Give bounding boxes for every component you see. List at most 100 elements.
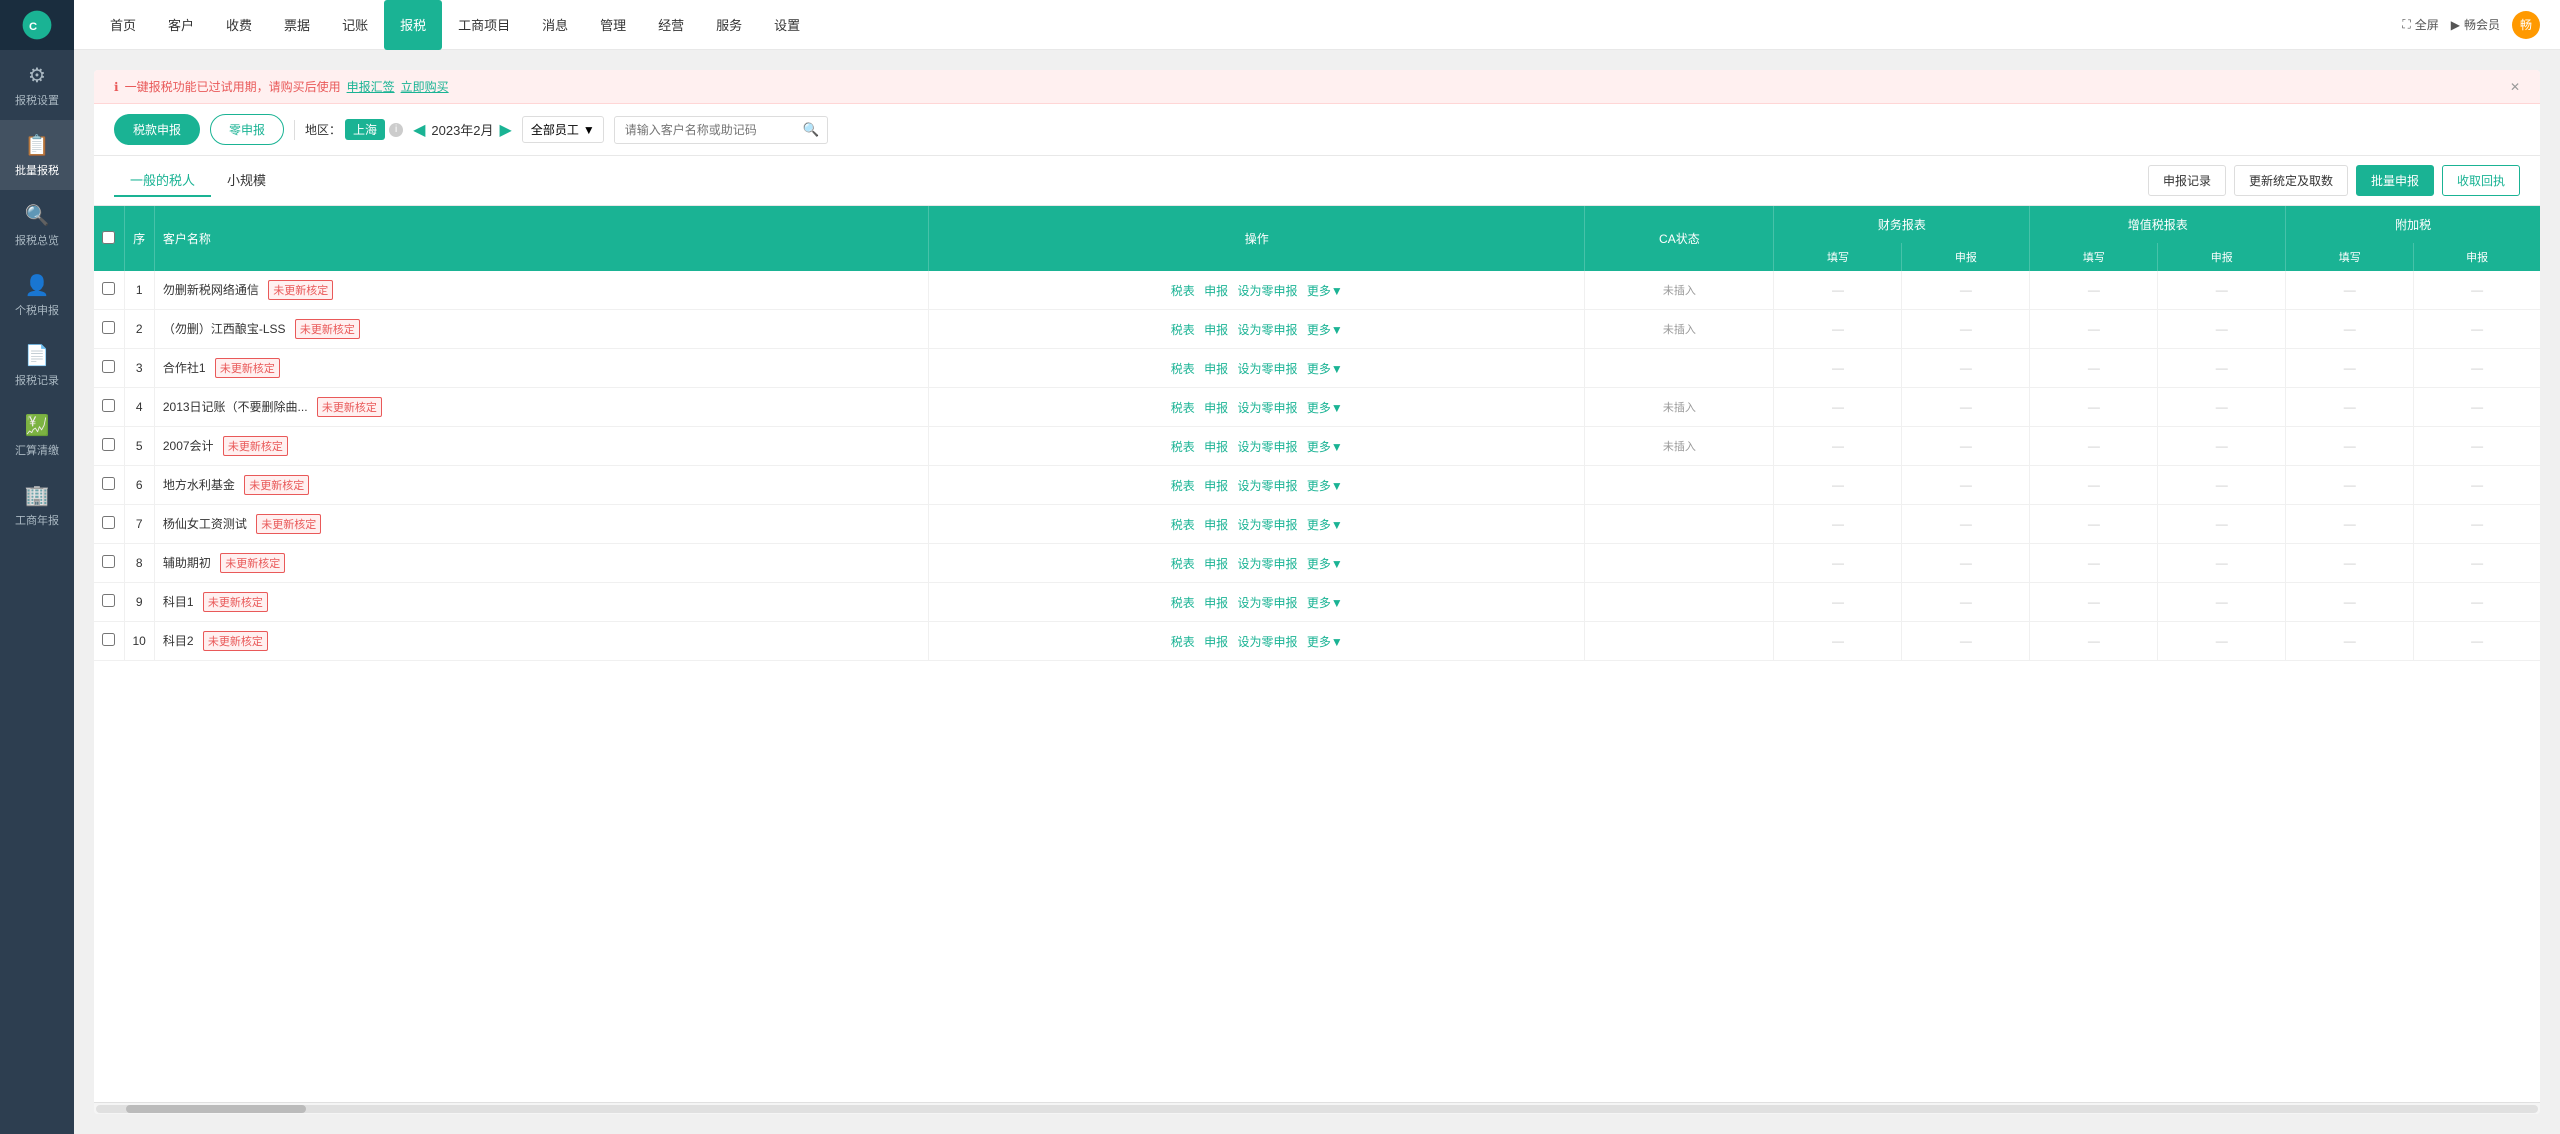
row-checkbox-2[interactable] (102, 360, 115, 373)
nav-home[interactable]: 首页 (94, 0, 152, 50)
upgrade-button[interactable]: ▶ 畅会员 (2451, 16, 2500, 33)
notice-close-button[interactable]: ✕ (2510, 80, 2520, 94)
row-checkbox-1[interactable] (102, 321, 115, 334)
op-declare-9[interactable]: 申报 (1204, 635, 1228, 649)
op-declare-7[interactable]: 申报 (1204, 557, 1228, 571)
op-tax-table-2[interactable]: 税表 (1171, 362, 1195, 376)
op-zero-declare-9[interactable]: 设为零申报 (1237, 635, 1297, 649)
date-prev-button[interactable]: ◀ (413, 120, 425, 140)
sidebar-item-annual-calc[interactable]: 💹 汇算清缴 (0, 400, 74, 470)
op-declare-8[interactable]: 申报 (1204, 596, 1228, 610)
op-declare-4[interactable]: 申报 (1204, 440, 1228, 454)
sidebar: C ⚙ 报税设置 📋 批量报税 🔍 报税总览 👤 个税申报 📄 报税记录 💹 汇… (0, 0, 74, 1134)
op-more-2[interactable]: 更多▼ (1307, 362, 1343, 376)
nav-message[interactable]: 消息 (526, 0, 584, 50)
batch-declare-button[interactable]: 批量申报 (2356, 165, 2434, 196)
cell-ca-9 (1585, 622, 1774, 661)
sidebar-label-annual-report: 工商年报 (15, 512, 59, 528)
update-quota-button[interactable]: 更新统定及取数 (2234, 165, 2348, 196)
nav-settings[interactable]: 设置 (758, 0, 816, 50)
op-declare-2[interactable]: 申报 (1204, 362, 1228, 376)
op-more-5[interactable]: 更多▼ (1307, 479, 1343, 493)
op-more-4[interactable]: 更多▼ (1307, 440, 1343, 454)
date-next-button[interactable]: ▶ (500, 120, 512, 140)
op-zero-declare-7[interactable]: 设为零申报 (1237, 557, 1297, 571)
op-tax-table-7[interactable]: 税表 (1171, 557, 1195, 571)
declaration-record-button[interactable]: 申报记录 (2148, 165, 2226, 196)
employee-selector[interactable]: 全部员工 ▼ (522, 116, 604, 143)
sidebar-item-personal-tax[interactable]: 👤 个税申报 (0, 260, 74, 330)
nav-manage[interactable]: 管理 (584, 0, 642, 50)
nav-service[interactable]: 服务 (700, 0, 758, 50)
op-tax-table-3[interactable]: 税表 (1171, 401, 1195, 415)
row-checkbox-3[interactable] (102, 399, 115, 412)
collect-receipt-button[interactable]: 收取回执 (2442, 165, 2520, 196)
select-all-checkbox[interactable] (102, 231, 115, 244)
region-info-icon[interactable]: i (389, 123, 403, 137)
nav-invoice[interactable]: 票据 (268, 0, 326, 50)
op-tax-table-5[interactable]: 税表 (1171, 479, 1195, 493)
notice-link-buy[interactable]: 立即购买 (401, 78, 449, 95)
nav-fee[interactable]: 收费 (210, 0, 268, 50)
sidebar-item-tax-settings[interactable]: ⚙ 报税设置 (0, 50, 74, 120)
op-declare-5[interactable]: 申报 (1204, 479, 1228, 493)
tab-zero-declaration[interactable]: 零申报 (210, 114, 284, 145)
op-declare-1[interactable]: 申报 (1204, 323, 1228, 337)
tax-settings-icon: ⚙ (28, 63, 46, 88)
op-declare-0[interactable]: 申报 (1204, 284, 1228, 298)
nav-business[interactable]: 工商项目 (442, 0, 526, 50)
fullscreen-button[interactable]: ⛶ 全屏 (2402, 16, 2438, 33)
nav-accounting[interactable]: 记账 (326, 0, 384, 50)
sidebar-item-batch-tax[interactable]: 📋 批量报税 (0, 120, 74, 190)
row-checkbox-9[interactable] (102, 633, 115, 646)
horizontal-scrollbar[interactable] (96, 1105, 2538, 1113)
op-tax-table-1[interactable]: 税表 (1171, 323, 1195, 337)
op-tax-table-0[interactable]: 税表 (1171, 284, 1195, 298)
nav-client[interactable]: 客户 (152, 0, 210, 50)
tab-general-taxpayer[interactable]: 一般的税人 (114, 164, 211, 197)
op-more-3[interactable]: 更多▼ (1307, 401, 1343, 415)
op-declare-6[interactable]: 申报 (1204, 518, 1228, 532)
row-checkbox-8[interactable] (102, 594, 115, 607)
op-tax-table-4[interactable]: 税表 (1171, 440, 1195, 454)
row-checkbox-6[interactable] (102, 516, 115, 529)
row-checkbox-4[interactable] (102, 438, 115, 451)
op-more-0[interactable]: 更多▼ (1307, 284, 1343, 298)
notice-link-declaration[interactable]: 申报汇签 (347, 78, 395, 95)
row-checkbox-5[interactable] (102, 477, 115, 490)
op-zero-declare-1[interactable]: 设为零申报 (1237, 323, 1297, 337)
op-zero-declare-0[interactable]: 设为零申报 (1237, 284, 1297, 298)
sidebar-item-tax-record[interactable]: 📄 报税记录 (0, 330, 74, 400)
nav-operation[interactable]: 经营 (642, 0, 700, 50)
op-declare-3[interactable]: 申报 (1204, 401, 1228, 415)
batch-tax-icon: 📋 (25, 133, 50, 158)
row-checkbox-7[interactable] (102, 555, 115, 568)
op-tax-table-8[interactable]: 税表 (1171, 596, 1195, 610)
sidebar-item-tax-overview[interactable]: 🔍 报税总览 (0, 190, 74, 260)
op-zero-declare-8[interactable]: 设为零申报 (1237, 596, 1297, 610)
tab-tax-declaration[interactable]: 税款申报 (114, 114, 200, 145)
op-zero-declare-3[interactable]: 设为零申报 (1237, 401, 1297, 415)
row-checkbox-0[interactable] (102, 282, 115, 295)
op-more-9[interactable]: 更多▼ (1307, 635, 1343, 649)
sidebar-item-annual-report[interactable]: 🏢 工商年报 (0, 470, 74, 540)
cell-t2-0: — (2158, 271, 2286, 310)
op-zero-declare-5[interactable]: 设为零申报 (1237, 479, 1297, 493)
op-more-8[interactable]: 更多▼ (1307, 596, 1343, 610)
tab-small-scale[interactable]: 小规模 (211, 164, 282, 197)
op-more-6[interactable]: 更多▼ (1307, 518, 1343, 532)
op-tax-table-9[interactable]: 税表 (1171, 635, 1195, 649)
op-zero-declare-2[interactable]: 设为零申报 (1237, 362, 1297, 376)
op-more-7[interactable]: 更多▼ (1307, 557, 1343, 571)
op-tax-table-6[interactable]: 税表 (1171, 518, 1195, 532)
op-more-1[interactable]: 更多▼ (1307, 323, 1343, 337)
cell-f1-2: — (1774, 349, 1902, 388)
avatar[interactable]: 畅 (2512, 11, 2540, 39)
op-zero-declare-6[interactable]: 设为零申报 (1237, 518, 1297, 532)
search-input[interactable] (615, 118, 795, 142)
nav-right: ⛶ 全屏 ▶ 畅会员 畅 (2402, 11, 2540, 39)
search-button[interactable]: 🔍 (795, 117, 828, 143)
op-zero-declare-4[interactable]: 设为零申报 (1237, 440, 1297, 454)
nav-tax[interactable]: 报税 (384, 0, 442, 50)
scroll-thumb[interactable] (126, 1105, 306, 1113)
